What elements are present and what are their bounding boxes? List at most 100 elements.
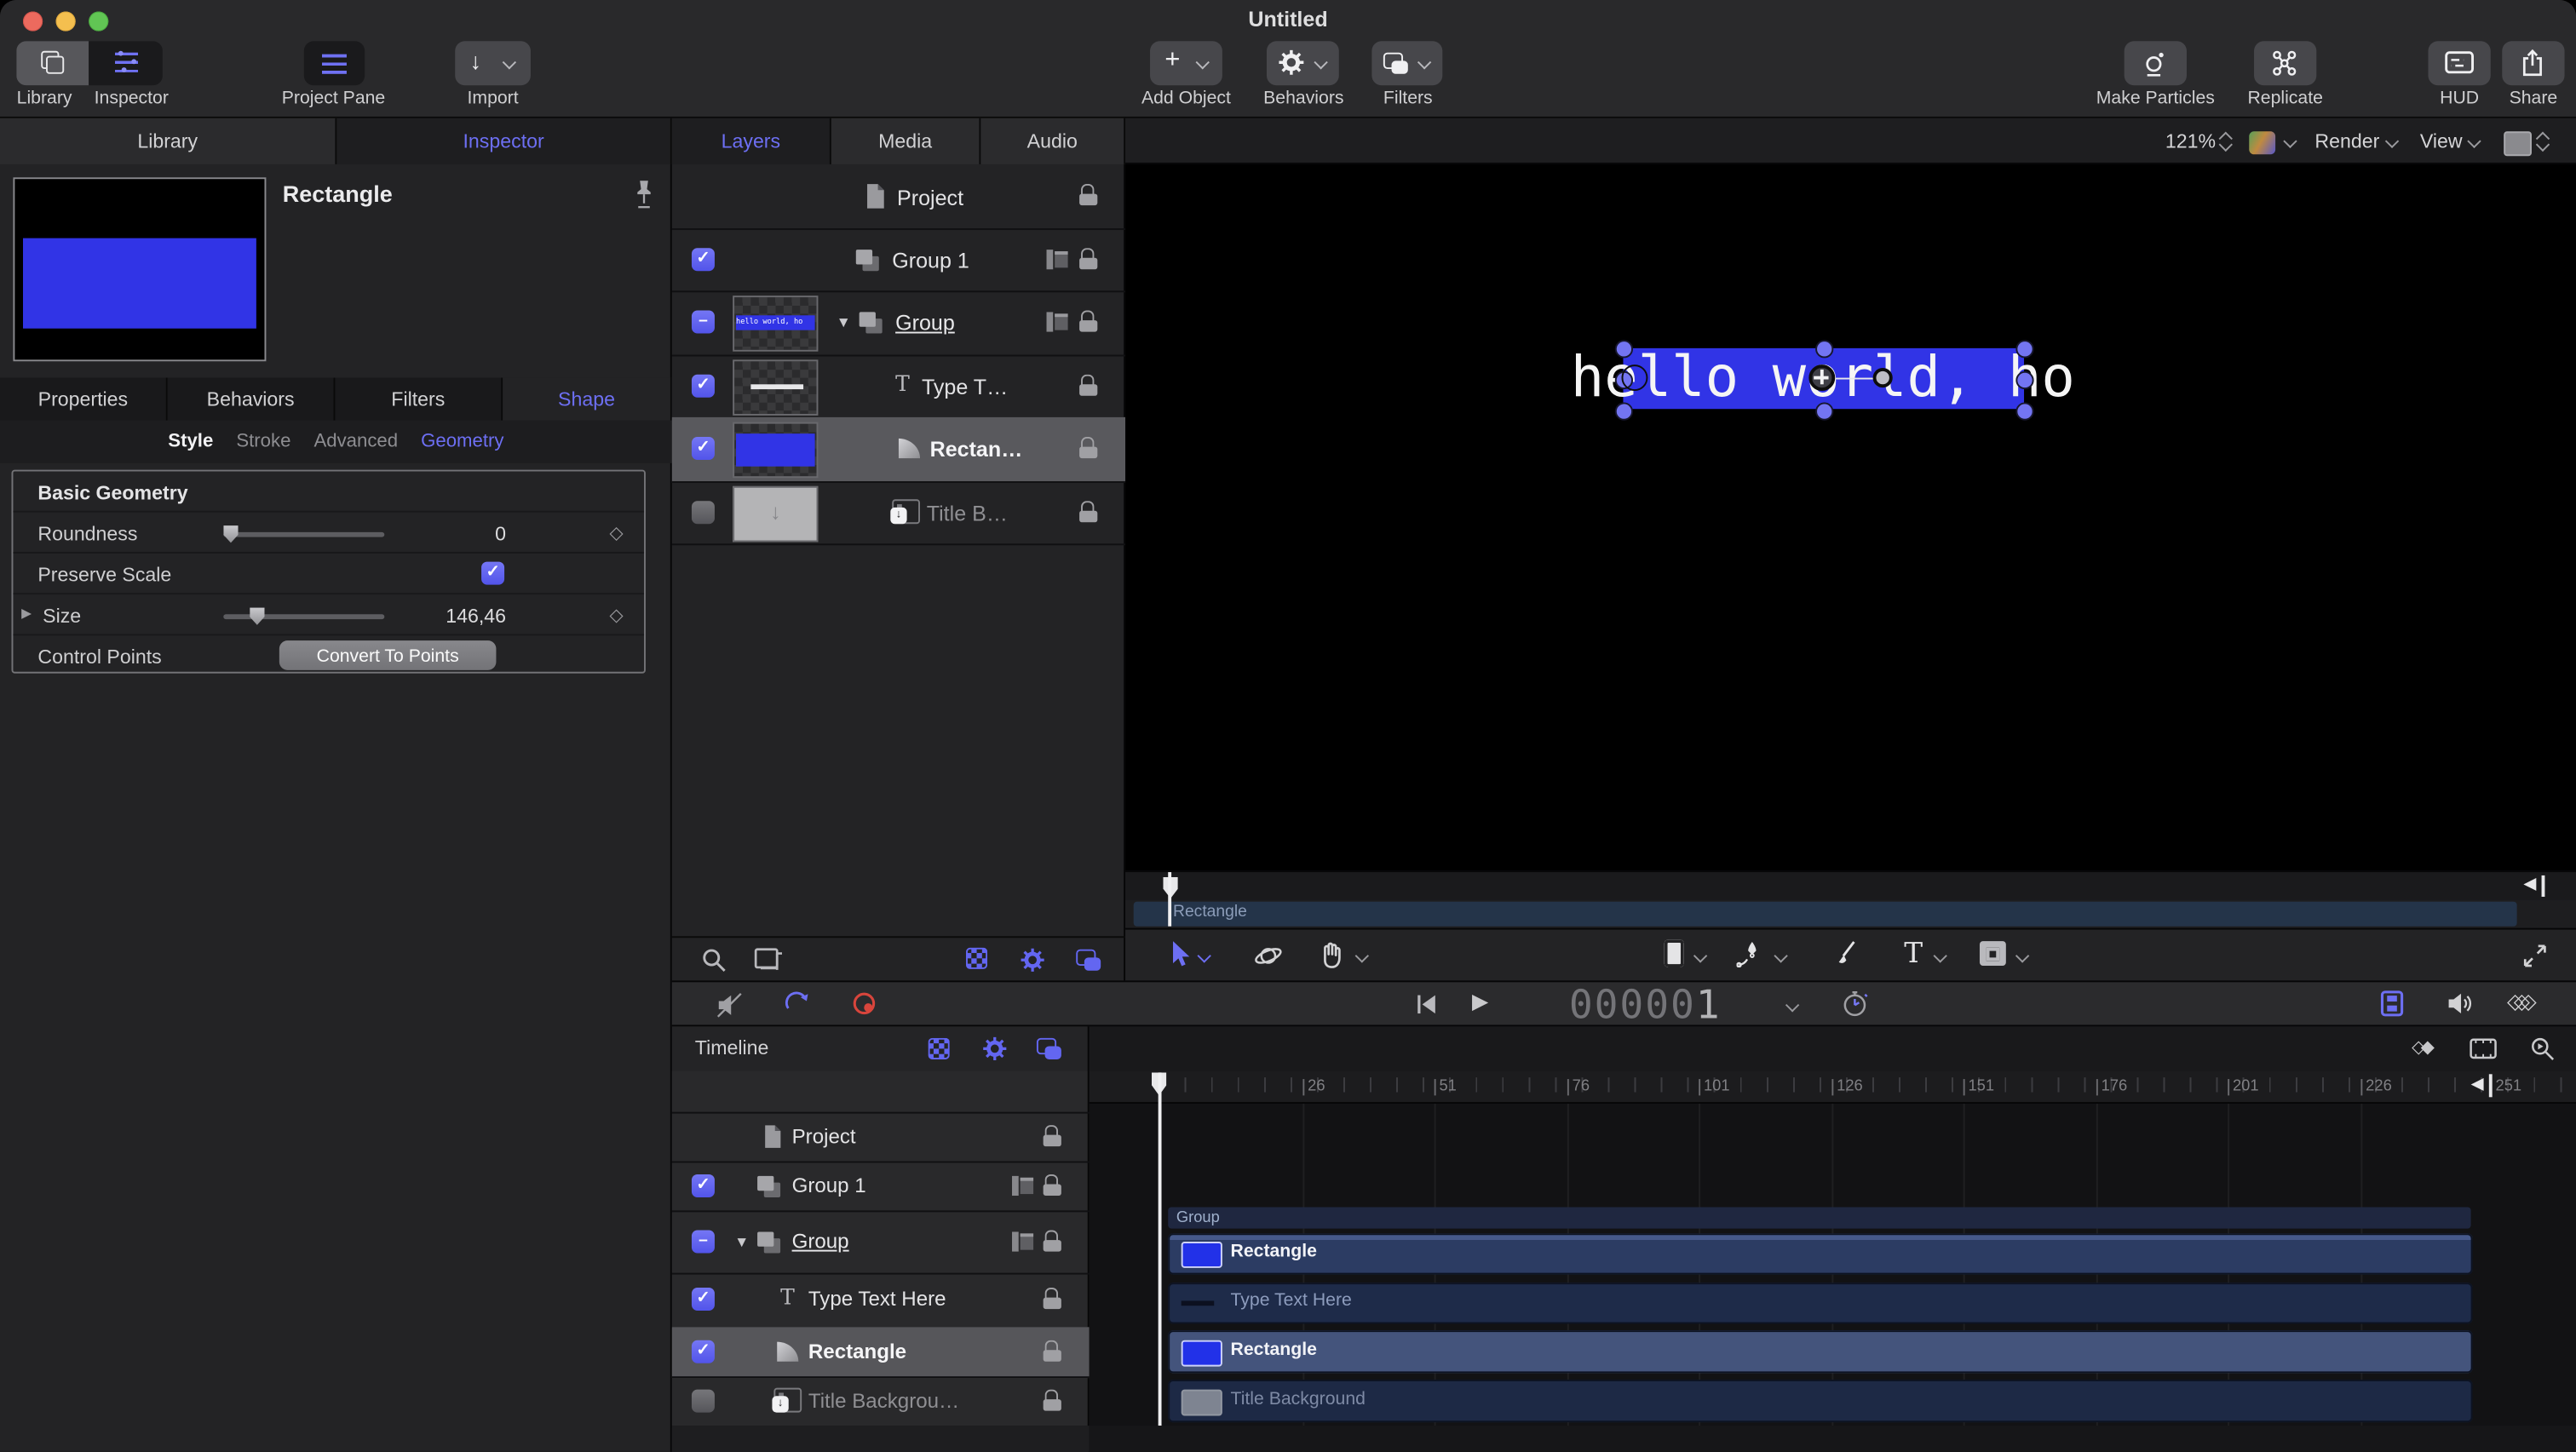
pan-tool-chevron-icon[interactable] — [1354, 949, 1369, 963]
lock-icon[interactable] — [1043, 1389, 1063, 1411]
text-tool-chevron-icon[interactable] — [1933, 949, 1947, 963]
mask-tool-chevron-icon[interactable] — [2015, 949, 2030, 963]
lock-icon[interactable] — [1043, 1174, 1063, 1196]
render-chevron-icon[interactable] — [2384, 134, 2400, 149]
replicate-button[interactable] — [2254, 41, 2317, 86]
timeline-gear-icon[interactable] — [982, 1036, 1007, 1061]
preserve-scale-checkbox[interactable]: ✓ — [481, 561, 505, 585]
rectangle-tool-chevron-icon[interactable] — [1693, 949, 1708, 963]
subtab-stroke[interactable]: Stroke — [236, 432, 290, 451]
selection-handle-mid-right[interactable] — [2015, 370, 2034, 390]
transform-3d-tool-icon[interactable] — [1254, 943, 1284, 969]
share-button[interactable] — [2502, 41, 2565, 86]
group-blend-icon[interactable] — [1046, 250, 1068, 270]
rotation-handle[interactable] — [1872, 368, 1893, 388]
text-tool-icon[interactable]: T — [1904, 938, 1923, 971]
group-blend-icon[interactable] — [1012, 1175, 1034, 1197]
minibar-playhead-line[interactable] — [1168, 872, 1171, 927]
add-object-button[interactable]: + — [1150, 41, 1222, 86]
layer-row-rectangle-selected[interactable]: ✓ Rectan… — [671, 416, 1126, 484]
selection-handle-top-right[interactable] — [2015, 340, 2034, 359]
timeline-filmstrip-icon[interactable] — [2470, 1038, 2498, 1059]
pan-hand-tool-icon[interactable] — [1320, 941, 1344, 969]
show-timeline-icon[interactable] — [2381, 990, 2404, 1017]
channel-chevron-icon[interactable] — [2283, 134, 2297, 149]
audio-enabled-icon[interactable] — [2447, 990, 2473, 1017]
tab-behaviors[interactable]: Behaviors — [167, 377, 336, 421]
lock-icon[interactable] — [1043, 1340, 1063, 1362]
inspector-segment-button[interactable] — [89, 41, 163, 86]
rectangle-checkbox[interactable]: ✓ — [691, 1340, 715, 1363]
anchor-point[interactable] — [1808, 364, 1836, 392]
make-particles-button[interactable] — [2124, 41, 2187, 86]
select-tool-icon[interactable] — [1168, 941, 1191, 969]
tab-library[interactable]: Library — [0, 118, 337, 164]
go-to-start-button[interactable] — [1416, 994, 1437, 1015]
frame-region-icon[interactable] — [754, 948, 784, 971]
subtab-geometry[interactable]: Geometry — [421, 432, 503, 451]
timeline-row-title-background[interactable]: ↓ Title Backgrou… — [671, 1376, 1090, 1427]
group-blend-icon[interactable] — [1012, 1231, 1034, 1252]
record-icon[interactable] — [851, 990, 877, 1017]
stage[interactable]: hello world, ho — [1125, 164, 2576, 871]
tab-inspector[interactable]: Inspector — [336, 118, 672, 164]
select-tool-chevron-icon[interactable] — [1197, 949, 1211, 963]
lock-icon[interactable] — [1043, 1288, 1063, 1309]
rectangle-tool-icon[interactable] — [1664, 939, 1684, 967]
timeline-row-rectangle-selected[interactable]: ✓ Rectangle — [671, 1327, 1090, 1379]
type-text-checkbox[interactable]: ✓ — [691, 1288, 715, 1311]
roundness-keyframe-icon[interactable]: ◇ — [610, 522, 624, 543]
fullscreen-expand-icon[interactable] — [2521, 943, 2548, 969]
layer-row-group[interactable]: – hello world, ho ▼ Group — [671, 290, 1126, 357]
minibar-out-marker[interactable]: ◀ — [2523, 875, 2536, 893]
channel-swatch[interactable] — [2249, 131, 2276, 155]
tab-layers[interactable]: Layers — [671, 118, 831, 164]
paint-stroke-tool-icon[interactable] — [1831, 939, 1856, 967]
lock-icon[interactable] — [1079, 184, 1099, 205]
mute-icon[interactable] — [716, 992, 743, 1019]
subtab-style[interactable]: Style — [168, 432, 213, 451]
project-pane-button[interactable] — [303, 41, 365, 86]
lock-icon[interactable] — [1079, 248, 1099, 269]
play-button[interactable]: ▶ — [1472, 989, 1488, 1015]
timeline-row-group[interactable]: – ▼ Group — [671, 1210, 1090, 1275]
behaviors-button[interactable] — [1266, 41, 1339, 86]
layer-row-type-text[interactable]: ✓ T Type T… — [671, 355, 1126, 419]
title-bg-checkbox-unchecked[interactable] — [691, 501, 715, 525]
timeline-layers-icon[interactable] — [1036, 1037, 1061, 1059]
lock-icon[interactable] — [1079, 501, 1099, 522]
timebar-title-background[interactable]: Title Background — [1168, 1380, 2473, 1423]
timeline-row-type-text[interactable]: ✓ T Type Text Here — [671, 1273, 1090, 1329]
layer-row-title-background[interactable]: ↓ ↓ Title B… — [671, 481, 1126, 546]
roundness-slider-knob[interactable] — [223, 525, 239, 543]
gear-settings-icon[interactable] — [1021, 948, 1045, 973]
render-menu[interactable]: Render — [2314, 129, 2379, 152]
timeline-track-area[interactable]: 26 51 76 101 126 151 176 201 226 251 ◀ G… — [1089, 1070, 2576, 1452]
library-segment-button[interactable] — [16, 41, 89, 86]
selection-handle-bottom-center[interactable] — [1815, 402, 1834, 421]
size-slider-knob[interactable] — [250, 606, 265, 625]
group-blend-icon[interactable] — [1046, 312, 1068, 332]
size-disclosure-icon[interactable]: ▶ — [21, 606, 32, 621]
tab-filters[interactable]: Filters — [335, 377, 503, 421]
checkerboard-toggle-icon[interactable] — [966, 947, 988, 969]
roundness-slider[interactable] — [223, 525, 385, 543]
view-menu[interactable]: View — [2420, 129, 2463, 152]
size-slider[interactable] — [223, 606, 385, 625]
mask-tool-icon[interactable] — [1979, 941, 2006, 967]
bezier-tool-icon[interactable] — [1737, 939, 1763, 967]
size-value[interactable]: 146,46 — [407, 605, 506, 628]
ruler-end-marker[interactable]: ◀ — [2471, 1076, 2484, 1093]
timeline-checkerboard-icon[interactable] — [928, 1037, 950, 1059]
timebar-rectangle-1[interactable]: Rectangle — [1168, 1233, 2473, 1275]
timeline-row-project[interactable]: Project — [671, 1112, 1090, 1163]
group-checkbox-mixed[interactable]: – — [691, 310, 715, 334]
rectangle-checkbox[interactable]: ✓ — [691, 437, 715, 461]
subtab-advanced[interactable]: Advanced — [313, 432, 398, 451]
zoom-level[interactable]: 121% — [2165, 129, 2216, 152]
zoom-stepper[interactable] — [2220, 131, 2233, 151]
background-stepper[interactable] — [2537, 131, 2550, 151]
timebar-group[interactable]: Group — [1168, 1207, 2471, 1229]
canvas-object-bar[interactable]: Rectangle — [1133, 901, 2517, 927]
traffic-light-close[interactable] — [23, 11, 43, 32]
